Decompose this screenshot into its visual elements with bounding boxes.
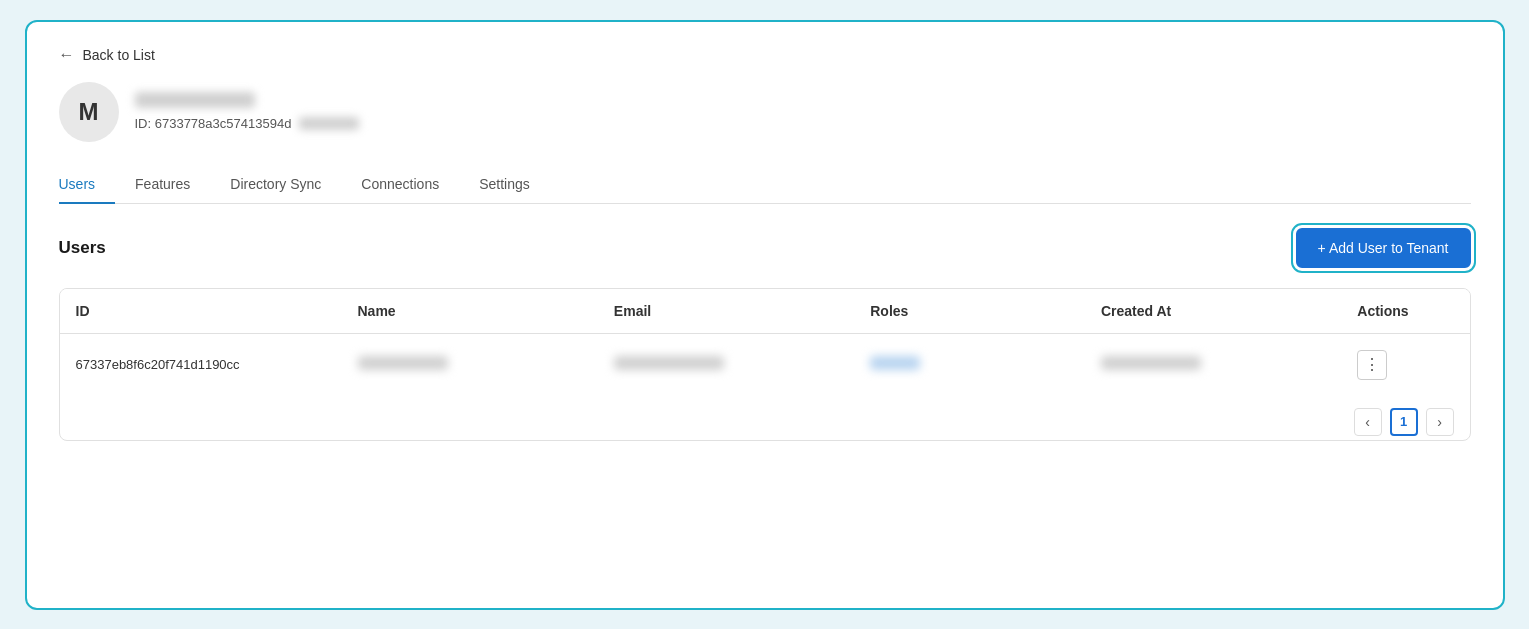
pagination: ‹ 1 ›	[60, 396, 1470, 440]
tab-bar: Users Features Directory Sync Connection…	[59, 166, 1471, 204]
tab-features[interactable]: Features	[115, 166, 210, 204]
pagination-next[interactable]: ›	[1426, 408, 1454, 436]
tab-settings[interactable]: Settings	[459, 166, 550, 204]
main-window: ← Back to List M ID: 6733778a3c57413594d…	[25, 20, 1505, 610]
table-row: 67337eb8f6c20f741d1190cc ⋮	[60, 333, 1470, 396]
back-to-list-link[interactable]: ← Back to List	[59, 46, 155, 64]
tab-directory-sync[interactable]: Directory Sync	[210, 166, 341, 204]
cell-created-at	[1085, 333, 1341, 396]
cell-actions: ⋮	[1341, 333, 1469, 396]
tenant-id: ID: 6733778a3c57413594d	[135, 116, 360, 131]
pagination-current-page: 1	[1390, 408, 1418, 436]
col-header-name: Name	[342, 289, 598, 334]
tab-users[interactable]: Users	[59, 166, 116, 204]
avatar: M	[59, 82, 119, 142]
col-header-id: ID	[60, 289, 342, 334]
tenant-id-blur	[299, 117, 359, 130]
section-header: Users + Add User to Tenant	[59, 228, 1471, 268]
tab-connections[interactable]: Connections	[341, 166, 459, 204]
tenant-header: M ID: 6733778a3c57413594d	[59, 82, 1471, 142]
cell-created-at-blur	[1101, 356, 1201, 370]
cell-email	[598, 333, 854, 396]
tenant-info: ID: 6733778a3c57413594d	[135, 92, 360, 131]
cell-name	[342, 333, 598, 396]
cell-roles	[854, 333, 1085, 396]
users-table: ID Name Email Roles Created At Actions 6…	[60, 289, 1470, 396]
actions-menu-button[interactable]: ⋮	[1357, 350, 1387, 380]
table-header-row: ID Name Email Roles Created At Actions	[60, 289, 1470, 334]
tenant-name-blur	[135, 92, 255, 108]
col-header-created-at: Created At	[1085, 289, 1341, 334]
add-user-button[interactable]: + Add User to Tenant	[1296, 228, 1471, 268]
users-table-container: ID Name Email Roles Created At Actions 6…	[59, 288, 1471, 441]
section-title: Users	[59, 238, 106, 258]
cell-name-blur	[358, 356, 448, 370]
cell-id: 67337eb8f6c20f741d1190cc	[60, 333, 342, 396]
back-to-list-label: Back to List	[83, 47, 155, 63]
col-header-email: Email	[598, 289, 854, 334]
pagination-prev[interactable]: ‹	[1354, 408, 1382, 436]
cell-email-blur	[614, 356, 724, 370]
col-header-actions: Actions	[1341, 289, 1469, 334]
back-arrow-icon: ←	[59, 46, 75, 64]
col-header-roles: Roles	[854, 289, 1085, 334]
cell-roles-blur	[870, 356, 920, 370]
